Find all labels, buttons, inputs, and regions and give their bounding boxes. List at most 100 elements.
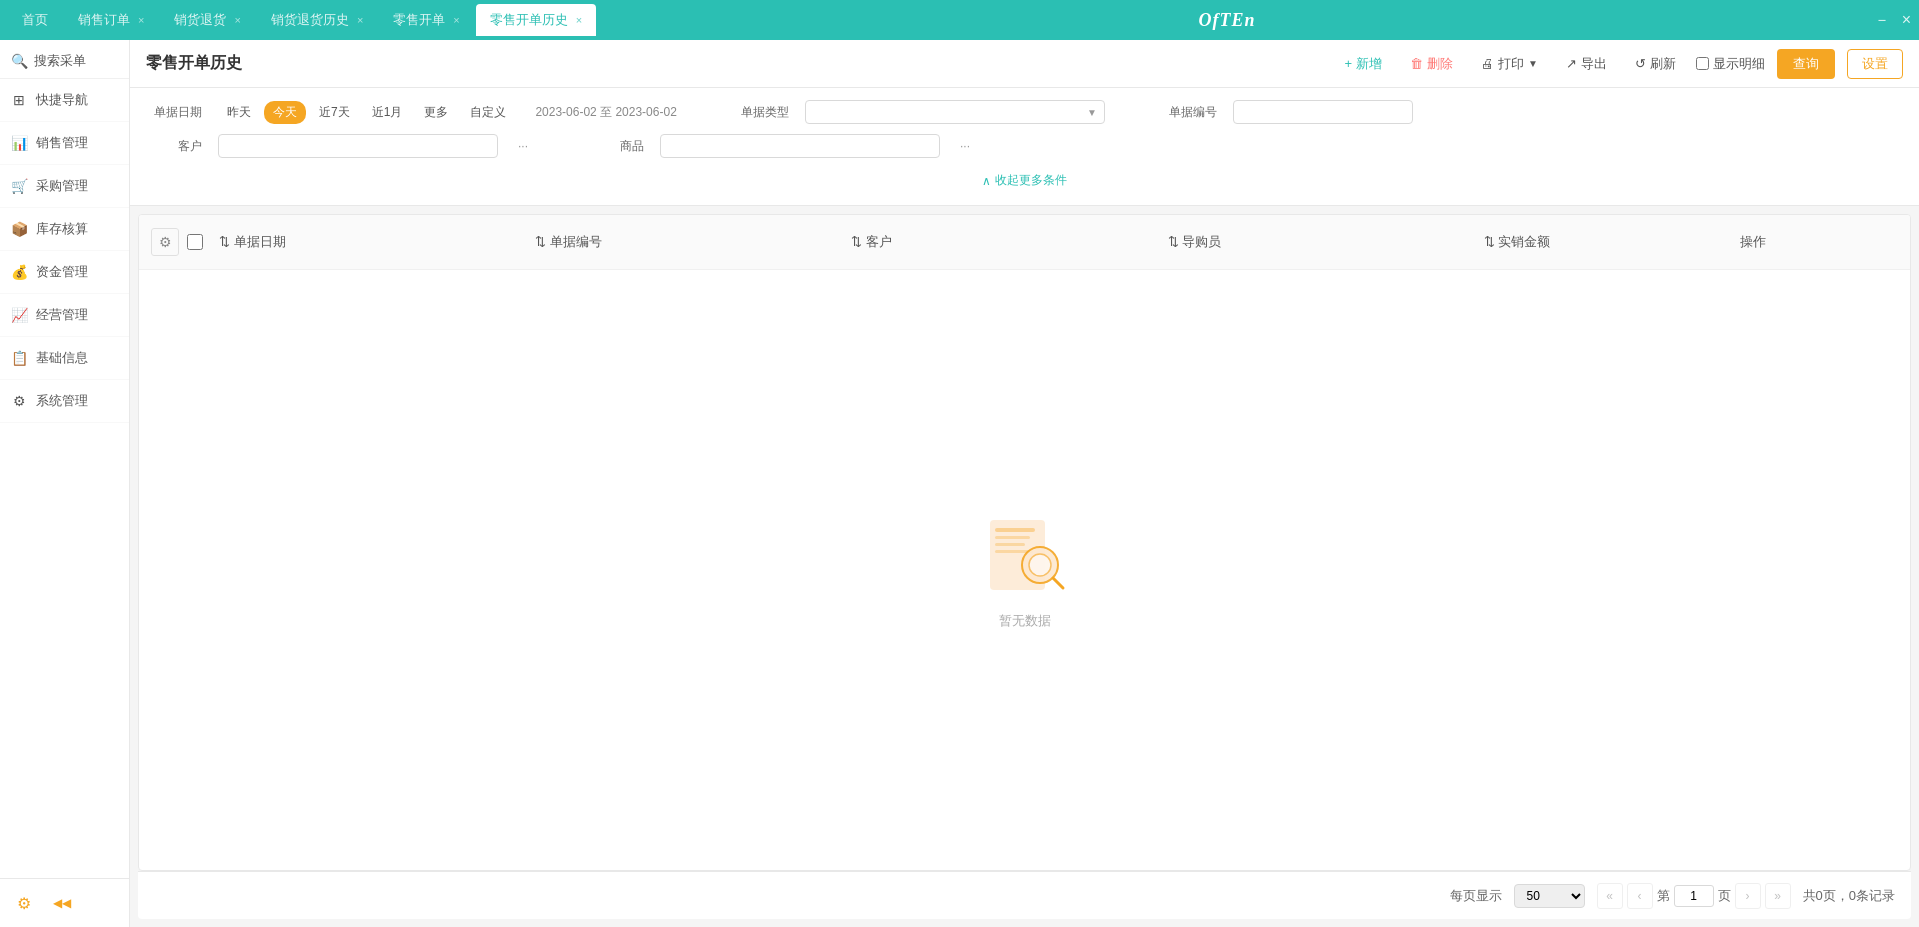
sidebar-label-sys-mgmt: 系统管理 (36, 392, 88, 410)
show-detail-label: 显示明细 (1713, 55, 1765, 73)
pagination-bar: 每页显示 50 20 100 200 « ‹ 第 页 › » 共0页，0条记录 (138, 871, 1911, 919)
empty-icon (975, 510, 1075, 600)
date-btns: 昨天今天近7天近1月更多自定义 (218, 101, 515, 124)
delete-icon: 🗑 (1410, 56, 1423, 71)
sidebar-search-label: 搜索采单 (34, 52, 86, 70)
sidebar-icon-inventory: 📦 (10, 220, 28, 238)
customer-label: 客户 (146, 138, 202, 155)
export-button[interactable]: ↗ 导出 (1558, 51, 1615, 77)
minimize-btn[interactable]: － (1874, 10, 1890, 31)
filter-area: 单据日期 昨天今天近7天近1月更多自定义 2023-06-02 至 2023-0… (130, 88, 1919, 206)
settings-button[interactable]: 设置 (1847, 49, 1903, 79)
sidebar-item-basic-info[interactable]: 📋 基础信息 (0, 337, 129, 380)
col-header-no[interactable]: ⇅ 单据编号 (527, 223, 843, 261)
sidebar-search[interactable]: 🔍 搜索采单 (0, 40, 129, 79)
sidebar-item-inventory[interactable]: 📦 库存核算 (0, 208, 129, 251)
col-header-salesperson[interactable]: ⇅ 导购员 (1160, 223, 1476, 261)
date-btn-近1月[interactable]: 近1月 (363, 101, 412, 124)
sidebar-bottom: ⚙ ◀◀ (0, 878, 129, 927)
tab-close-retail-open-history[interactable]: × (576, 14, 582, 26)
sidebar-settings-btn[interactable]: ⚙ (10, 889, 38, 917)
delete-button[interactable]: 🗑 删除 (1402, 51, 1461, 77)
empty-text: 暂无数据 (999, 612, 1051, 630)
tab-label-retail-open-history: 零售开单历史 (490, 11, 568, 29)
col-label-salesperson: ⇅ 导购员 (1168, 233, 1222, 251)
svg-rect-1 (995, 528, 1035, 532)
page-number-input[interactable] (1674, 885, 1714, 907)
query-button[interactable]: 查询 (1777, 49, 1835, 79)
tab-sales-return[interactable]: 销货退货× (160, 4, 254, 36)
prev-page-btn[interactable]: ‹ (1627, 883, 1653, 909)
doc-no-label: 单据编号 (1161, 104, 1217, 121)
col-settings-btn[interactable]: ⚙ (151, 228, 179, 256)
sidebar-label-inventory: 库存核算 (36, 220, 88, 238)
date-btn-近7天[interactable]: 近7天 (310, 101, 359, 124)
new-button[interactable]: + 新增 (1337, 51, 1391, 77)
sidebar-label-basic-info: 基础信息 (36, 349, 88, 367)
page-actions: + 新增 🗑 删除 🖨 打印 ▼ ↗ 导出 ↺ 刷新 (1337, 49, 1904, 79)
sidebar-icon-purchase-mgmt: 🛒 (10, 177, 28, 195)
next-page-btn[interactable]: › (1735, 883, 1761, 909)
export-label: 导出 (1581, 55, 1607, 73)
col-header-date[interactable]: ⇅ 单据日期 (211, 223, 527, 261)
tab-retail-open[interactable]: 零售开单× (379, 4, 473, 36)
first-page-btn[interactable]: « (1597, 883, 1623, 909)
collapse-icon: ∧ (982, 174, 991, 188)
doc-no-input[interactable] (1233, 100, 1413, 124)
sidebar-item-finance[interactable]: 💰 资金管理 (0, 251, 129, 294)
goods-input[interactable] (660, 134, 940, 158)
show-detail-input[interactable] (1696, 57, 1709, 70)
date-btn-自定义[interactable]: 自定义 (461, 101, 515, 124)
date-btn-更多[interactable]: 更多 (415, 101, 457, 124)
col-label-no: ⇅ 单据编号 (535, 233, 602, 251)
tab-close-sales-return-history[interactable]: × (357, 14, 363, 26)
collapse-btn[interactable]: ∧ 收起更多条件 (146, 168, 1903, 193)
tab-close-sales-order[interactable]: × (138, 14, 144, 26)
tab-sales-order[interactable]: 销售订单× (64, 4, 158, 36)
doc-type-select[interactable] (805, 100, 1105, 124)
tab-sales-return-history[interactable]: 销货退货历史× (257, 4, 377, 36)
sidebar-nav: ⊞ 快捷导航 📊 销售管理 🛒 采购管理 📦 库存核算 💰 资金管理 📈 经营管… (0, 79, 129, 878)
sidebar-icon-finance: 💰 (10, 263, 28, 281)
sidebar-label-operations: 经营管理 (36, 306, 88, 324)
show-detail-checkbox[interactable]: 显示明细 (1696, 55, 1765, 73)
sidebar-item-quick-nav[interactable]: ⊞ 快捷导航 (0, 79, 129, 122)
page-nav: « ‹ 第 页 › » (1597, 883, 1791, 909)
refresh-icon: ↺ (1635, 56, 1646, 71)
customer-input[interactable] (218, 134, 498, 158)
tab-bar: 首页销售订单×销货退货×销货退货历史×零售开单×零售开单历史× OfTEn － … (0, 0, 1919, 40)
date-btn-今天[interactable]: 今天 (264, 101, 306, 124)
close-btn[interactable]: × (1902, 11, 1911, 29)
col-label-date: ⇅ 单据日期 (219, 233, 286, 251)
col-header-customer[interactable]: ⇅ 客户 (843, 223, 1159, 261)
sidebar-item-operations[interactable]: 📈 经营管理 (0, 294, 129, 337)
main-layout: 🔍 搜索采单 ⊞ 快捷导航 📊 销售管理 🛒 采购管理 📦 库存核算 💰 资金管… (0, 40, 1919, 927)
new-label: 新增 (1356, 55, 1382, 73)
refresh-button[interactable]: ↺ 刷新 (1627, 51, 1684, 77)
sidebar-item-sys-mgmt[interactable]: ⚙ 系统管理 (0, 380, 129, 423)
tab-retail-open-history[interactable]: 零售开单历史 × (476, 4, 596, 36)
sidebar-label-purchase-mgmt: 采购管理 (36, 177, 88, 195)
page-label: 页 (1718, 887, 1731, 905)
last-page-btn[interactable]: » (1765, 883, 1791, 909)
sidebar-item-purchase-mgmt[interactable]: 🛒 采购管理 (0, 165, 129, 208)
tab-close-sales-return[interactable]: × (234, 14, 240, 26)
page-size-select[interactable]: 50 20 100 200 (1514, 884, 1585, 908)
refresh-label: 刷新 (1650, 55, 1676, 73)
print-icon: 🖨 (1481, 56, 1494, 71)
sidebar: 🔍 搜索采单 ⊞ 快捷导航 📊 销售管理 🛒 采购管理 📦 库存核算 💰 资金管… (0, 40, 130, 927)
sidebar-label-sales-mgmt: 销售管理 (36, 134, 88, 152)
tab-close-retail-open[interactable]: × (453, 14, 459, 26)
doc-type-label: 单据类型 (733, 104, 789, 121)
sidebar-item-sales-mgmt[interactable]: 📊 销售管理 (0, 122, 129, 165)
print-button[interactable]: 🖨 打印 ▼ (1473, 51, 1546, 77)
tab-home[interactable]: 首页 (8, 4, 62, 36)
search-icon: 🔍 (10, 52, 28, 70)
date-btn-昨天[interactable]: 昨天 (218, 101, 260, 124)
col-header-amount[interactable]: ⇅ 实销金额 (1476, 223, 1732, 261)
col-header-actions: 操作 (1732, 223, 1898, 261)
sidebar-collapse-btn[interactable]: ◀◀ (48, 889, 76, 917)
select-all-checkbox[interactable] (187, 234, 203, 250)
page-header: 零售开单历史 + 新增 🗑 删除 🖨 打印 ▼ ↗ 导出 (130, 40, 1919, 88)
sidebar-icon-operations: 📈 (10, 306, 28, 324)
